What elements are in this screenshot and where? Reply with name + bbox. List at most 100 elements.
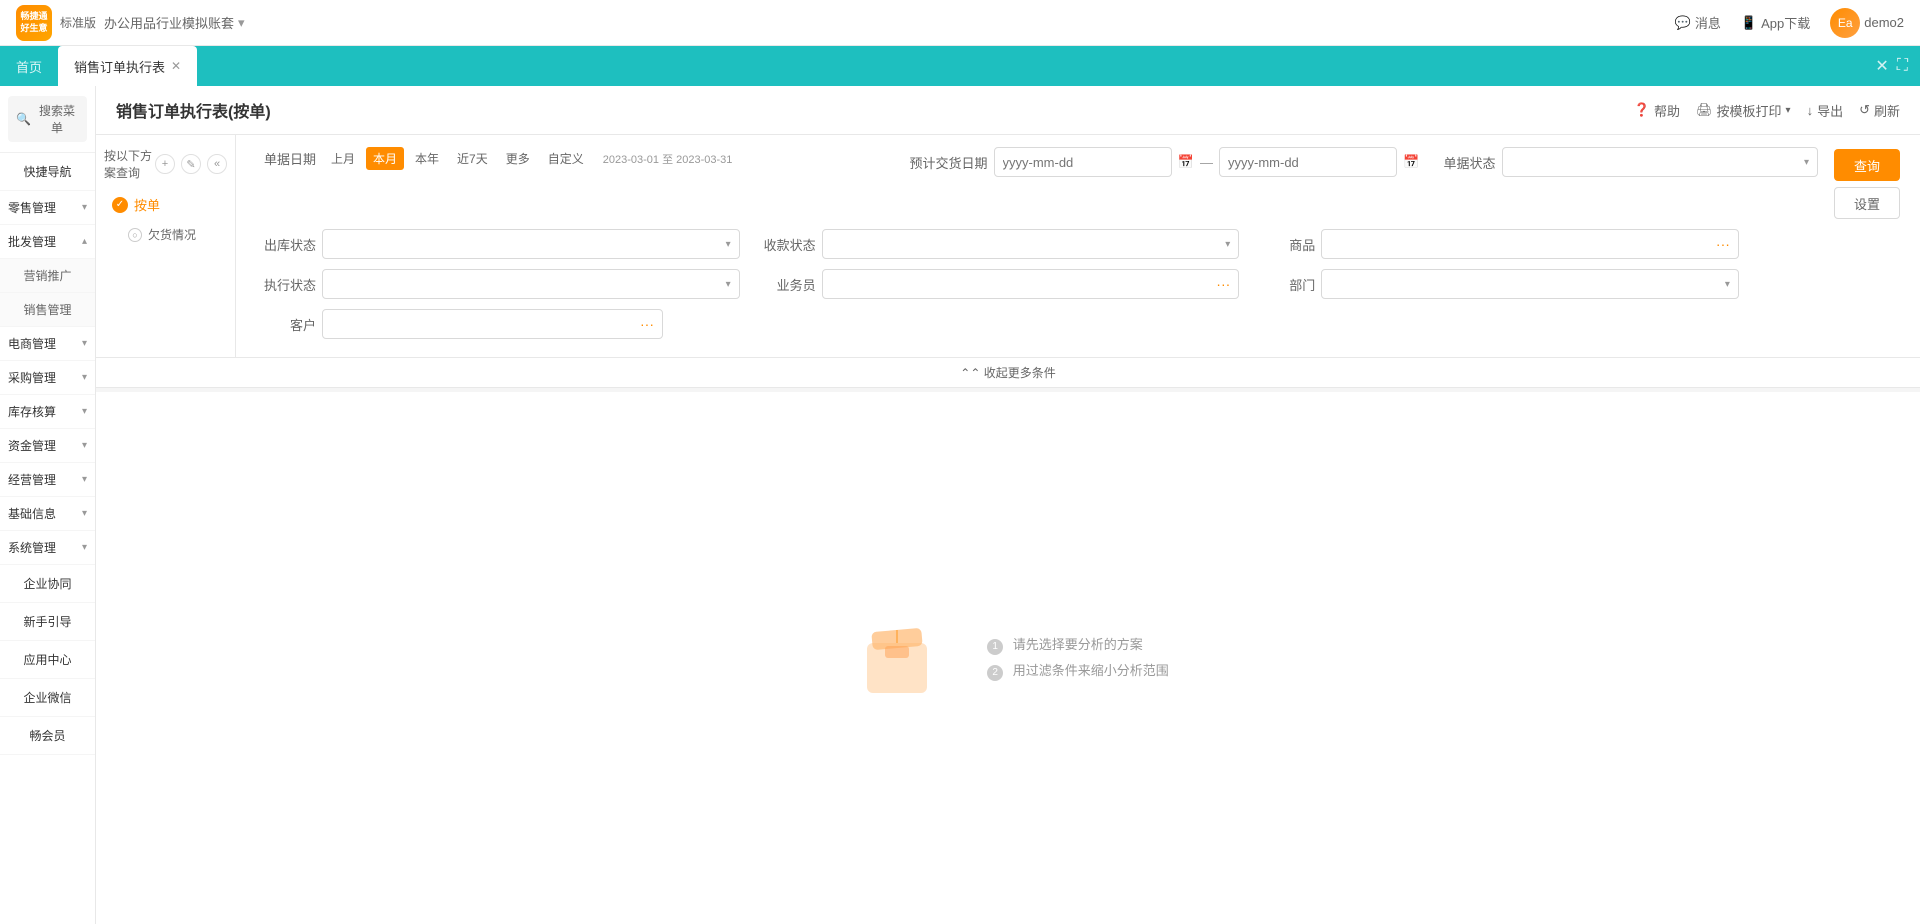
sidebar-item-marketing[interactable]: 营销推广 [0, 259, 95, 293]
filter-panel: 按以下方案查询 + ✎ « ✓ 按单 [96, 135, 1920, 358]
sidebar-item-wholesale[interactable]: 批发管理 ▴ [0, 225, 95, 259]
scheme-header: 按以下方案查询 + ✎ « [104, 147, 227, 181]
user-profile[interactable]: Ea demo2 [1830, 8, 1904, 38]
scheme-icons: + ✎ « [155, 154, 227, 174]
sidebar-item-member[interactable]: 畅会员 [0, 717, 95, 755]
empty-svg-icon [847, 608, 947, 708]
salesperson-select[interactable]: ··· [822, 269, 1240, 299]
tab-maximize-icon[interactable]: ⛶ [1897, 57, 1908, 75]
calendar-start-icon[interactable]: 📅 [1178, 154, 1194, 170]
exec-select-arrow-icon: ▾ [726, 279, 731, 290]
dept-label: 部门 [1255, 275, 1315, 294]
tab-close-window-icon[interactable]: ✕ [1875, 56, 1888, 76]
sidebar-item-retail[interactable]: 零售管理 ▾ [0, 191, 95, 225]
date-tab-this-month[interactable]: 本月 [366, 147, 404, 170]
chevron-down-icon: ▾ [82, 406, 87, 417]
download-icon: 📱 [1741, 15, 1757, 31]
chevron-down-icon: ▾ [82, 338, 87, 349]
query-button[interactable]: 查询 [1834, 149, 1900, 181]
exec-status-label: 执行状态 [256, 275, 316, 294]
delivery-status-select[interactable]: ▾ [322, 229, 740, 259]
order-status-select[interactable]: ▾ [1502, 147, 1819, 177]
receipt-status-label: 收款状态 [756, 235, 816, 254]
settings-button[interactable]: 设置 [1834, 187, 1900, 219]
refresh-button[interactable]: ↺ 刷新 [1859, 101, 1900, 120]
chevron-down-icon: ▾ [82, 440, 87, 451]
sidebar-item-sales[interactable]: 销售管理 [0, 293, 95, 327]
print-button[interactable]: 🖨 按模板打印 ▾ [1696, 101, 1791, 120]
search-icon: 🔍 [16, 112, 31, 126]
customer-label: 客户 [256, 315, 316, 334]
expected-date-start-input[interactable] [994, 147, 1172, 177]
collapse-icon: ⌃⌃ [960, 366, 983, 380]
date-tab-this-year[interactable]: 本年 [408, 147, 446, 170]
avatar-initials: Ea [1838, 16, 1853, 30]
scheme-sidebar: 按以下方案查询 + ✎ « ✓ 按单 [96, 135, 236, 357]
sidebar-item-app-center[interactable]: 应用中心 [0, 641, 95, 679]
empty-state: 1 请先选择要分析的方案 2 用过滤条件来缩小分析范围 [96, 392, 1920, 924]
breadcrumb-chevron-icon[interactable]: ▾ [238, 15, 245, 31]
date-range-display: 2023-03-01 至 2023-03-31 [603, 151, 733, 167]
messages-label: 消息 [1695, 13, 1721, 32]
scheme-item-shortage[interactable]: ○ 欠货情况 [104, 220, 227, 249]
scheme-collapse-button[interactable]: « [207, 154, 227, 174]
sidebar-item-basic-info[interactable]: 基础信息 ▾ [0, 497, 95, 531]
search-menu-button[interactable]: 🔍 搜索菜单 [8, 96, 87, 142]
breadcrumb-text: 办公用品行业模拟账套 [104, 13, 234, 32]
tab-close-icon[interactable]: ✕ [171, 59, 181, 73]
exec-status-select[interactable]: ▾ [322, 269, 740, 299]
header-left: 畅捷通好生意 标准版 办公用品行业模拟账套 ▾ [16, 5, 245, 41]
customer-select[interactable]: ··· [322, 309, 663, 339]
collapse-label: 收起更多条件 [984, 366, 1056, 380]
sidebar-item-new-user[interactable]: 新手引导 [0, 603, 95, 641]
goods-select[interactable]: ··· [1321, 229, 1739, 259]
sidebar-item-wechat[interactable]: 企业微信 [0, 679, 95, 717]
app-logo: 畅捷通好生意 [16, 5, 52, 41]
receipt-status-select[interactable]: ▾ [822, 229, 1240, 259]
tab-home[interactable]: 首页 [0, 46, 58, 86]
help-button[interactable]: ❓ 帮助 [1634, 101, 1680, 120]
goods-label: 商品 [1255, 235, 1315, 254]
date-tab-custom[interactable]: 自定义 [541, 147, 591, 170]
date-tab-more[interactable]: 更多 [499, 147, 537, 170]
tab-bar: 首页 销售订单执行表 ✕ ✕ ⛶ [0, 46, 1920, 86]
sidebar-item-inventory[interactable]: 库存核算 ▾ [0, 395, 95, 429]
expected-date-end-input[interactable] [1219, 147, 1397, 177]
chevron-down-icon: ▾ [82, 474, 87, 485]
empty-illustration [847, 608, 947, 708]
date-tab-last-month[interactable]: 上月 [324, 147, 362, 170]
scheme-item-order[interactable]: ✓ 按单 [104, 189, 227, 220]
message-icon: 💬 [1675, 15, 1691, 31]
sidebar-item-finance[interactable]: 资金管理 ▾ [0, 429, 95, 463]
export-icon: ↓ [1807, 103, 1814, 118]
date-tab-last-7[interactable]: 近7天 [450, 147, 495, 170]
salesperson-more-icon[interactable]: ··· [1216, 276, 1230, 292]
empty-hints: 1 请先选择要分析的方案 2 用过滤条件来缩小分析范围 [987, 632, 1169, 684]
export-button[interactable]: ↓ 导出 [1807, 101, 1844, 120]
goods-more-icon[interactable]: ··· [1716, 236, 1730, 252]
sidebar-item-system[interactable]: 系统管理 ▾ [0, 531, 95, 565]
sidebar-item-enterprise-collab[interactable]: 企业协同 [0, 565, 95, 603]
sidebar-item-purchase[interactable]: 采购管理 ▾ [0, 361, 95, 395]
sidebar-item-ecommerce[interactable]: 电商管理 ▾ [0, 327, 95, 361]
scheme-label-shortage: 欠货情况 [148, 226, 196, 243]
filter-form: 单据日期 上月 本月 本年 近7天 更多 自定义 2023-03-01 至 20… [236, 135, 1920, 357]
tab-sales-order[interactable]: 销售订单执行表 ✕ [58, 46, 197, 86]
dept-select[interactable]: ▾ [1321, 269, 1739, 299]
customer-more-icon[interactable]: ··· [640, 316, 654, 332]
empty-hint-1: 1 请先选择要分析的方案 [987, 632, 1169, 658]
calendar-end-icon[interactable]: 📅 [1403, 154, 1419, 170]
sidebar-item-quick-nav[interactable]: 快捷导航 [0, 153, 95, 191]
scheme-edit-button[interactable]: ✎ [181, 154, 201, 174]
scheme-add-button[interactable]: + [155, 154, 175, 174]
tab-home-label: 首页 [16, 57, 42, 76]
breadcrumb: 办公用品行业模拟账套 ▾ [104, 13, 245, 32]
sidebar-item-operations[interactable]: 经营管理 ▾ [0, 463, 95, 497]
app-download-button[interactable]: 📱 App下载 [1741, 13, 1810, 32]
messages-button[interactable]: 💬 消息 [1675, 13, 1721, 32]
collapse-more-conditions[interactable]: ⌃⌃ 收起更多条件 [96, 358, 1920, 388]
app-download-label: App下载 [1761, 13, 1810, 32]
date-label: 单据日期 [256, 149, 316, 168]
print-label: 按模板打印 [1717, 101, 1782, 120]
page-header: 销售订单执行表(按单) ❓ 帮助 🖨 按模板打印 ▾ ↓ 导出 ↺ 刷新 [96, 86, 1920, 135]
